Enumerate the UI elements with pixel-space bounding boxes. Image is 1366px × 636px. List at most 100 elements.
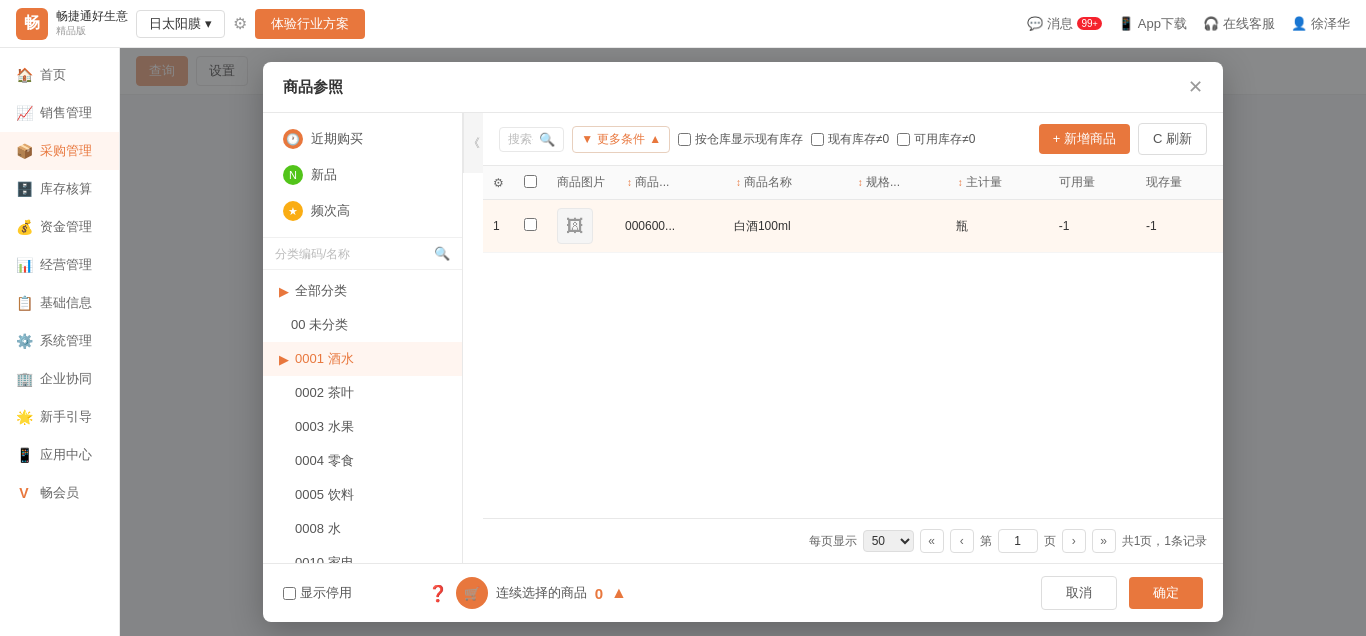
th-code-label: 商品... [635,175,669,189]
prev-page-button[interactable]: ‹ [950,529,974,553]
last-page-button[interactable]: » [1092,529,1116,553]
category-0003[interactable]: 0003 水果 [263,410,462,444]
all-arrow-icon: ▶ [279,284,289,299]
modal-left-search: 🔍 [263,238,462,270]
cancel-button[interactable]: 取消 [1041,576,1117,610]
headset-icon: 🎧 [1203,16,1219,31]
home-icon: 🏠 [16,67,32,83]
category-search-input[interactable] [275,247,430,261]
product-search-input[interactable] [508,132,533,146]
checkbox-warehouse-stock-input[interactable] [678,133,691,146]
checkbox-available-stock[interactable]: 可用库存≠0 [897,131,975,148]
row-checkbox-cell [514,200,547,253]
row-checkbox[interactable] [524,218,537,231]
th-available[interactable]: 可用量 [1049,166,1136,200]
nav-freq[interactable]: ★ 频次高 [275,195,450,227]
th-available-label: 可用量 [1059,175,1095,189]
table-row[interactable]: 1 🖼 [483,200,1223,253]
logo-title: 畅捷通好生意 [56,9,128,25]
sidebar-item-home[interactable]: 🏠 首页 [0,56,119,94]
logo-icon: 畅 [16,8,48,40]
nav-new[interactable]: N 新品 [275,159,450,191]
nav-messages-label: 消息 [1047,15,1073,33]
footer-collapse-icon[interactable]: ▲ [611,584,627,602]
th-code[interactable]: ↕ 商品... [615,166,724,200]
sidebar-item-apps[interactable]: 📱 应用中心 [0,436,119,474]
settings-icon[interactable]: ⚙ [233,14,247,33]
nav-app-download[interactable]: 📱 App下载 [1118,15,1187,33]
category-0001[interactable]: ▶ 0001 酒水 [263,342,462,376]
checkbox-current-stock-label: 现有库存≠0 [828,131,889,148]
modal-title: 商品参照 [283,78,343,97]
nav-messages[interactable]: 💬 消息 99+ [1027,15,1101,33]
add-product-button[interactable]: + 新增商品 [1039,124,1130,154]
sidebar-item-business[interactable]: 📊 经营管理 [0,246,119,284]
nav-service[interactable]: 🎧 在线客服 [1203,15,1275,33]
modal-header: 商品参照 ✕ [263,62,1223,113]
th-spec[interactable]: ↕ 规格... [846,166,946,200]
cat-0001-label: 0001 酒水 [295,350,354,368]
nav-right: 💬 消息 99+ 📱 App下载 🎧 在线客服 👤 徐泽华 [1027,15,1350,33]
table-settings-icon[interactable]: ⚙ [493,176,504,190]
business-icon: 📊 [16,257,32,273]
sidebar-item-finance[interactable]: 💰 资金管理 [0,208,119,246]
checkbox-warehouse-stock[interactable]: 按仓库显示现有库存 [678,131,803,148]
help-icon[interactable]: ❓ [428,584,448,603]
nav-recent-label: 近期购买 [311,130,363,148]
sidebar-item-enterprise[interactable]: 🏢 企业协同 [0,360,119,398]
category-search-icon[interactable]: 🔍 [434,246,450,261]
checkbox-available-stock-label: 可用库存≠0 [914,131,975,148]
product-search-icon[interactable]: 🔍 [539,132,555,147]
enterprise-icon: 🏢 [16,371,32,387]
th-stock[interactable]: 现存量 [1136,166,1223,200]
confirm-button[interactable]: 确定 [1129,577,1203,609]
sidebar-business-label: 经营管理 [40,256,92,274]
show-disabled-checkbox[interactable] [283,587,296,600]
th-unit[interactable]: ↕ 主计量 [946,166,1049,200]
per-page-select[interactable]: 50 100 200 [863,530,914,552]
th-name[interactable]: ↕ 商品名称 [724,166,846,200]
nav-dropdown-label: 日太阳膜 [149,15,201,33]
sidebar-item-guide[interactable]: 🌟 新手引导 [0,398,119,436]
sidebar-purchase-label: 采购管理 [40,142,92,160]
sidebar-item-member[interactable]: V 畅会员 [0,474,119,512]
nav-recent[interactable]: 🕐 近期购买 [275,123,450,155]
nav-dropdown[interactable]: 日太阳膜 ▾ [136,10,225,38]
next-page-button[interactable]: › [1062,529,1086,553]
checkbox-current-stock-input[interactable] [811,133,824,146]
th-settings[interactable]: ⚙ [483,166,514,200]
show-disabled-checkbox-wrap[interactable]: 显示停用 [283,584,352,602]
nav-user-label: 徐泽华 [1311,15,1350,33]
nav-exp-button[interactable]: 体验行业方案 [255,9,365,39]
logo-sub: 精品版 [56,24,128,38]
select-all-checkbox[interactable] [524,175,537,188]
nav-user[interactable]: 👤 徐泽华 [1291,15,1350,33]
sidebar-basic-label: 基础信息 [40,294,92,312]
modal-close-button[interactable]: ✕ [1188,76,1203,98]
category-0002[interactable]: 0002 茶叶 [263,376,462,410]
sidebar-item-sales[interactable]: 📈 销售管理 [0,94,119,132]
collapse-panel-button[interactable]: 《 [463,113,483,173]
th-stock-label: 现存量 [1146,175,1182,189]
page-number-input[interactable] [998,529,1038,553]
first-page-button[interactable]: « [920,529,944,553]
refresh-button[interactable]: C 刷新 [1138,123,1207,155]
system-icon: ⚙️ [16,333,32,349]
category-0004[interactable]: 0004 零食 [263,444,462,478]
category-0008[interactable]: 0008 水 [263,512,462,546]
row-unit: 瓶 [946,200,1049,253]
sidebar-item-purchase[interactable]: 📦 采购管理 [0,132,119,170]
sidebar-item-basic[interactable]: 📋 基础信息 [0,284,119,322]
sidebar-item-inventory[interactable]: 🗄️ 库存核算 [0,170,119,208]
category-0005[interactable]: 0005 饮料 [263,478,462,512]
category-0010[interactable]: 0010 家电 [263,546,462,563]
more-filter-button[interactable]: ▼ 更多条件 ▲ [572,126,670,153]
category-00[interactable]: 00 未分类 [263,308,462,342]
top-nav: 畅 畅捷通好生意 精品版 日太阳膜 ▾ ⚙ 体验行业方案 💬 消息 99+ 📱 … [0,0,1366,48]
sort-spec-icon: ↕ [858,177,863,188]
cart-icon-button[interactable]: 🛒 [456,577,488,609]
sidebar-item-system[interactable]: ⚙️ 系统管理 [0,322,119,360]
checkbox-available-stock-input[interactable] [897,133,910,146]
category-all[interactable]: ▶ 全部分类 [263,274,462,308]
checkbox-current-stock[interactable]: 现有库存≠0 [811,131,889,148]
